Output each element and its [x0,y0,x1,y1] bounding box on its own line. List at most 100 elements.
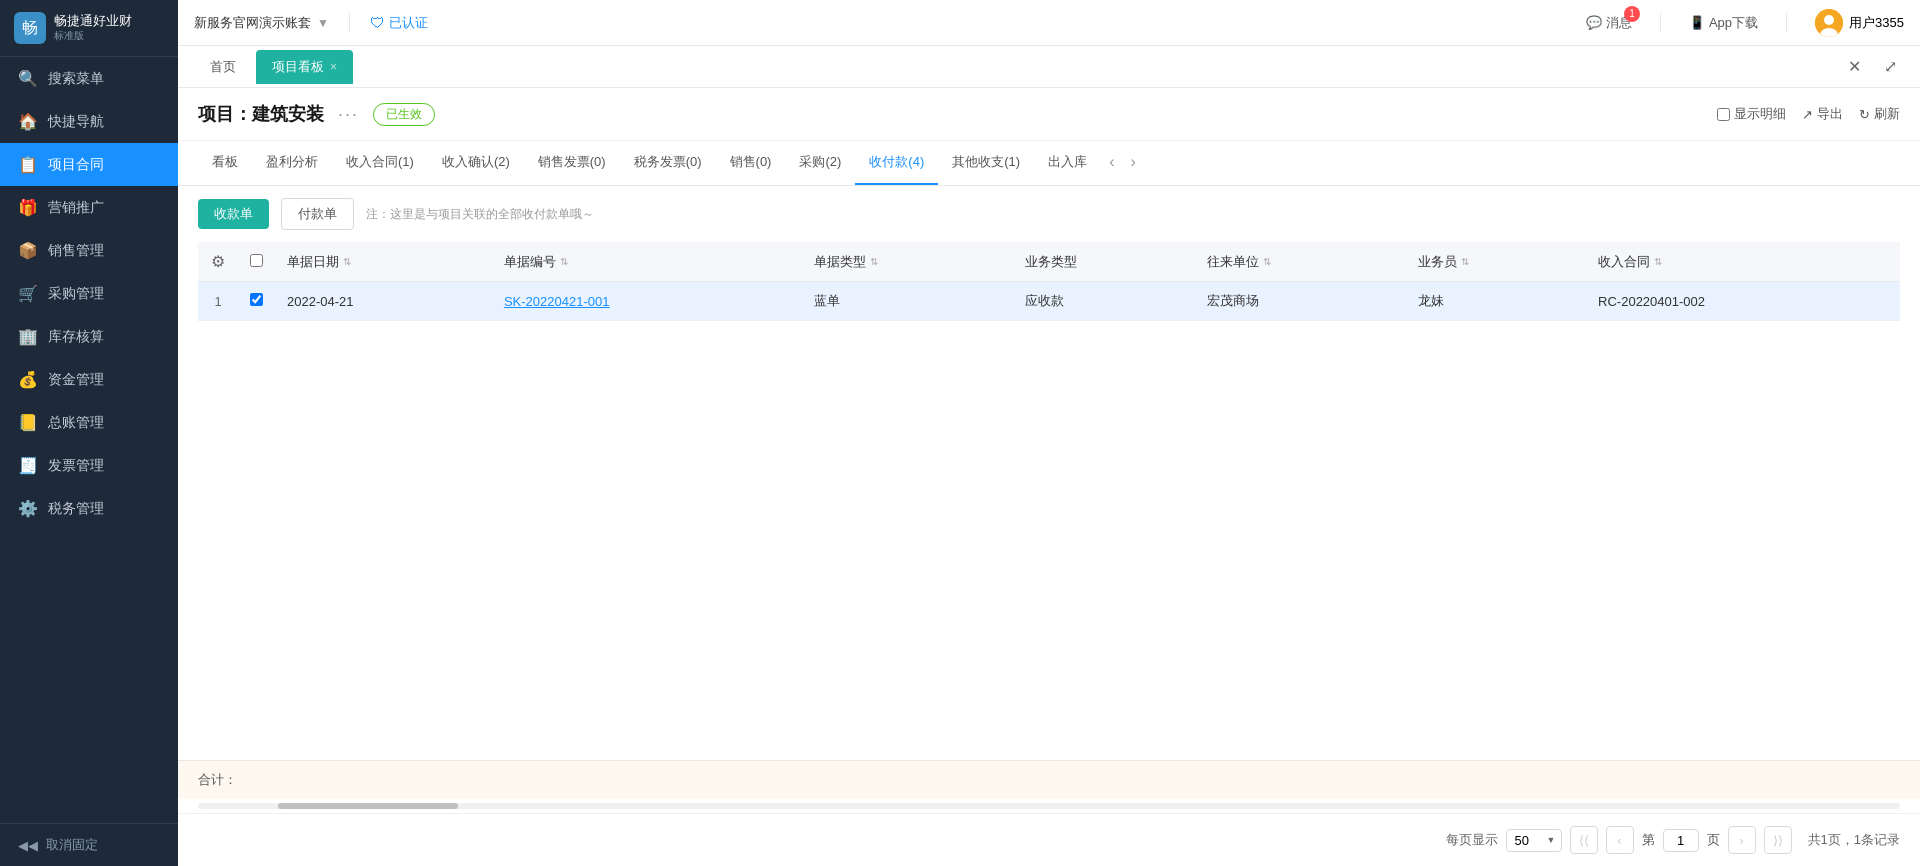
refresh-button[interactable]: ↻ 刷新 [1859,105,1900,123]
subtab-inout[interactable]: 出入库 [1034,141,1101,185]
tabbar-actions: ✕ ⤢ [1840,53,1904,81]
page-header-actions: 显示明细 ↗ 导出 ↻ 刷新 [1717,105,1900,123]
sidebar-nav: 🔍搜索菜单🏠快捷导航📋项目合同🎁营销推广📦销售管理🛒采购管理🏢库存核算💰资金管理… [0,57,178,823]
invoice-icon: 🧾 [18,456,38,475]
row-checkbox[interactable] [250,293,263,306]
sidebar-item-sales[interactable]: 📦销售管理 [0,229,178,272]
th-salesperson: 业务员⇅ [1406,242,1586,282]
tab-close-project-board[interactable]: × [330,60,337,74]
subtab-receipts[interactable]: 收付款(4) [855,141,938,185]
row-number-link[interactable]: SK-20220421-001 [504,294,610,309]
sidebar-item-invoice[interactable]: 🧾发票管理 [0,444,178,487]
app-download-button[interactable]: 📱 App下载 [1689,14,1758,32]
payments-tab-button[interactable]: 付款单 [281,198,354,230]
sort-icon[interactable]: ⇅ [343,256,351,267]
topbar-right: 💬 消息 1 📱 App下载 用户3355 [1586,9,1904,37]
select-all-checkbox[interactable] [250,254,263,267]
purchase-icon: 🛒 [18,284,38,303]
page-header: 项目：建筑安装 ··· 已生效 显示明细 ↗ 导出 ↻ 刷新 [178,88,1920,141]
sidebar-item-finance[interactable]: 💰资金管理 [0,358,178,401]
export-icon: ↗ [1802,107,1813,122]
topbar: 新服务官网演示账套 ▼ 🛡 已认证 💬 消息 1 📱 App下载 [178,0,1920,46]
pagination-info: 共1页，1条记录 [1808,831,1900,849]
topbar-divider2 [1660,13,1661,33]
per-page-select[interactable]: 50 100 200 [1506,829,1562,852]
sidebar-item-marketing[interactable]: 🎁营销推广 [0,186,178,229]
page-input[interactable] [1663,829,1699,852]
subtab-income-contract[interactable]: 收入合同(1) [332,141,428,185]
total-row: 合计： [178,760,1920,799]
topbar-user[interactable]: 用户3355 [1815,9,1904,37]
sidebar-item-quick-nav[interactable]: 🏠快捷导航 [0,100,178,143]
show-detail-input[interactable] [1717,108,1730,121]
export-button[interactable]: ↗ 导出 [1802,105,1843,123]
unpin-icon: ◀◀ [18,838,38,853]
sidebar-item-tax[interactable]: ⚙️税务管理 [0,487,178,530]
table-controls: 收款单 付款单 注：这里是与项目关联的全部收付款单哦～ [178,186,1920,242]
sidebar-item-project-contract[interactable]: 📋项目合同 [0,143,178,186]
subtab-other-expense[interactable]: 其他收支(1) [938,141,1034,185]
subtab-tax-invoice[interactable]: 税务发票(0) [620,141,716,185]
status-badge: 已生效 [373,103,435,126]
tabbar: 首页项目看板× ✕ ⤢ [178,46,1920,88]
svg-point-1 [1824,15,1834,25]
row-number[interactable]: SK-20220421-001 [492,282,802,321]
row-partner: 宏茂商场 [1195,282,1406,321]
topbar-project-name: 新服务官网演示账套 [194,14,311,32]
subtab-profit[interactable]: 盈利分析 [252,141,332,185]
messages-button[interactable]: 💬 消息 1 [1586,14,1632,32]
table-row[interactable]: 1 2022-04-21 SK-20220421-001 蓝单 应收款 宏茂商场… [198,282,1900,321]
row-income-contract: RC-20220401-002 [1586,282,1900,321]
fullscreen-button[interactable]: ⤢ [1876,53,1904,81]
subtabs: 看板盈利分析收入合同(1)收入确认(2)销售发票(0)税务发票(0)销售(0)采… [178,141,1920,186]
shield-icon: 🛡 [370,14,385,31]
sort-icon2[interactable]: ⇅ [560,256,568,267]
subtab-income-confirm[interactable]: 收入确认(2) [428,141,524,185]
prev-page-button[interactable]: ‹ [1606,826,1634,854]
receipts-tab-button[interactable]: 收款单 [198,199,269,229]
subtab-sales-invoice[interactable]: 销售发票(0) [524,141,620,185]
table-scrollbar[interactable] [178,799,1920,813]
table-hint: 注：这里是与项目关联的全部收付款单哦～ [366,206,594,223]
subtab-board[interactable]: 看板 [198,141,252,185]
sidebar-item-purchase[interactable]: 🛒采购管理 [0,272,178,315]
th-settings[interactable]: ⚙ [198,242,238,282]
last-page-button[interactable]: ⟩⟩ [1764,826,1792,854]
close-window-button[interactable]: ✕ [1840,53,1868,81]
main-content: 新服务官网演示账套 ▼ 🛡 已认证 💬 消息 1 📱 App下载 [178,0,1920,866]
page-label: 第 [1642,831,1655,849]
subtabs-next-button[interactable]: › [1122,141,1143,185]
scrollbar-thumb[interactable] [278,803,458,809]
sidebar-item-search[interactable]: 🔍搜索菜单 [0,57,178,100]
sort-icon3[interactable]: ⇅ [870,256,878,267]
per-page-label: 每页显示 [1446,831,1498,849]
more-options-button[interactable]: ··· [338,104,359,125]
th-number: 单据编号⇅ [492,242,802,282]
tab-project-board[interactable]: 项目看板× [256,50,353,84]
show-detail-checkbox[interactable]: 显示明细 [1717,105,1786,123]
tab-home[interactable]: 首页 [194,50,252,84]
marketing-icon: 🎁 [18,198,38,217]
topbar-certified: 🛡 已认证 [370,14,428,32]
th-checkbox[interactable] [238,242,275,282]
row-checkbox-cell[interactable] [238,282,275,321]
next-page-button[interactable]: › [1728,826,1756,854]
th-biz-type: 业务类型 [1013,242,1195,282]
subtabs-prev-button[interactable]: ‹ [1101,141,1122,185]
row-type: 蓝单 [802,282,1013,321]
sidebar-item-inventory[interactable]: 🏢库存核算 [0,315,178,358]
phone-icon: 📱 [1689,15,1705,30]
refresh-icon: ↻ [1859,107,1870,122]
topbar-project[interactable]: 新服务官网演示账套 ▼ [194,14,329,32]
first-page-button[interactable]: ⟨⟨ [1570,826,1598,854]
sidebar-item-ledger[interactable]: 📒总账管理 [0,401,178,444]
sort-icon6[interactable]: ⇅ [1654,256,1662,267]
settings-icon[interactable]: ⚙ [211,253,225,270]
pagination: 每页显示 50 100 200 ⟨⟨ ‹ 第 页 › ⟩⟩ 共1页，1条记录 [178,813,1920,866]
subtab-purchase[interactable]: 采购(2) [785,141,855,185]
subtab-sales[interactable]: 销售(0) [716,141,786,185]
sort-icon4[interactable]: ⇅ [1263,256,1271,267]
inventory-icon: 🏢 [18,327,38,346]
sidebar-unpin[interactable]: ◀◀ 取消固定 [0,823,178,866]
sort-icon5[interactable]: ⇅ [1461,256,1469,267]
